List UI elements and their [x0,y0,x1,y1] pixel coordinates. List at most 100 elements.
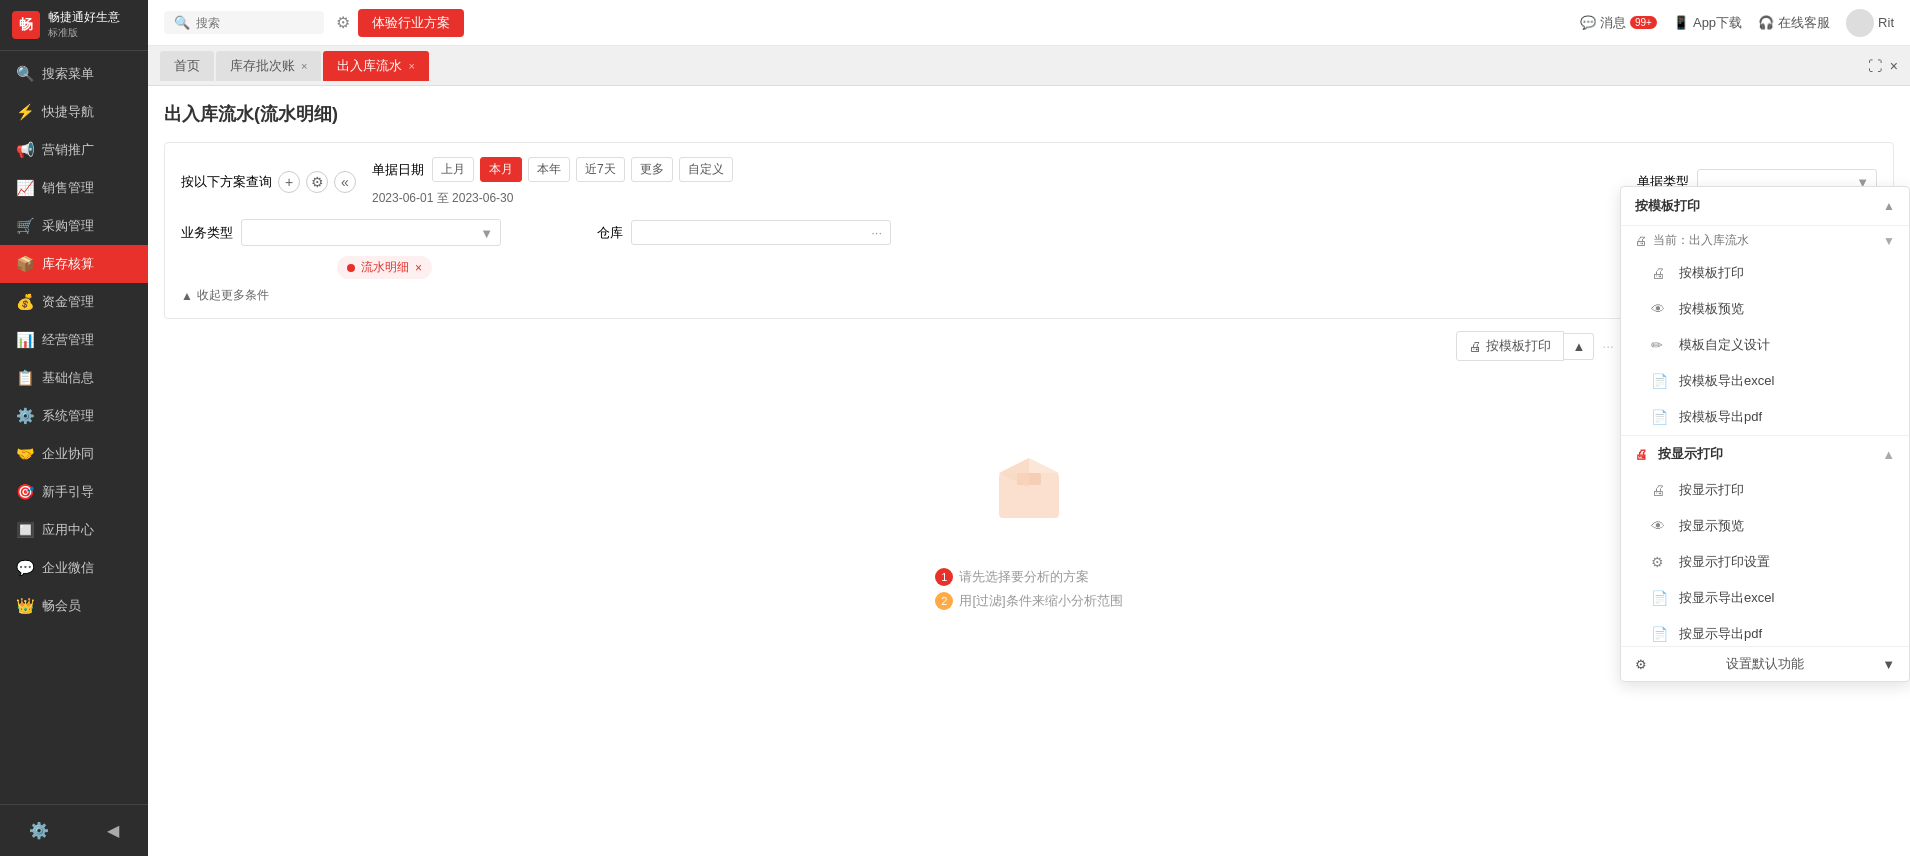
sidebar-item-apps[interactable]: 🔲 应用中心 [0,511,148,549]
header-controls: ⚙ 体验行业方案 [336,9,464,37]
sidebar-item-purchase[interactable]: 🛒 采购管理 [0,207,148,245]
sidebar-item-label: 快捷导航 [42,103,94,121]
sidebar-item-label: 企业协同 [42,445,94,463]
sidebar-item-label: 基础信息 [42,369,94,387]
sidebar-item-marketing[interactable]: 📢 营销推广 [0,131,148,169]
warehouse-label: 仓库 [597,224,623,242]
dropdown-item-template-print[interactable]: 🖨 按模板打印 [1621,255,1909,291]
dropdown-item-display-excel[interactable]: 📄 按显示导出excel [1621,580,1909,616]
dropdown-item-display-pdf[interactable]: 📄 按显示导出pdf [1621,616,1909,646]
gear-settings-icon[interactable]: ⚙ [336,13,350,32]
display-section-icon: 🖨 [1635,447,1648,462]
empty-illustration [979,433,1079,552]
sidebar-item-sales[interactable]: 📈 销售管理 [0,169,148,207]
sidebar-bottom: ⚙️ ◀ [0,804,148,856]
tab-close-cashflow-icon[interactable]: × [408,60,414,72]
business-type-group: 业务类型 ▼ [181,219,501,246]
settings-bottom-icon[interactable]: ⚙️ [23,815,55,846]
search-icon: 🔍 [16,65,34,83]
date-btn-this-month[interactable]: 本月 [480,157,522,182]
sidebar-item-operation[interactable]: 📊 经营管理 [0,321,148,359]
tip-num-1: 1 [935,568,953,586]
sidebar-item-search[interactable]: 🔍 搜索菜单 [0,55,148,93]
sidebar-item-wechat[interactable]: 💬 企业微信 [0,549,148,587]
window-controls: ⛶ × [1868,58,1898,74]
print-dropdown-arrow-button[interactable]: ▲ [1564,333,1594,360]
sidebar-item-system[interactable]: ⚙️ 系统管理 [0,397,148,435]
dropdown-expand-icon: ▲ [1883,199,1895,213]
date-btn-last-month[interactable]: 上月 [432,157,474,182]
template-pdf-icon: 📄 [1651,409,1669,425]
dropdown-item-template-excel[interactable]: 📄 按模板导出excel [1621,363,1909,399]
date-btn-this-year[interactable]: 本年 [528,157,570,182]
flow-tag[interactable]: 流水明细 × [337,256,432,279]
filter-collapse-button[interactable]: « [334,171,356,193]
template-pdf-label: 按模板导出pdf [1679,408,1762,426]
sidebar-item-label: 经营管理 [42,331,94,349]
message-icon: 💬 [1580,15,1596,30]
dropdown-item-template-preview[interactable]: 👁 按模板预览 [1621,291,1909,327]
messages-button[interactable]: 💬 消息 99+ [1580,14,1657,32]
sidebar-item-label: 资金管理 [42,293,94,311]
dropdown-item-display-settings[interactable]: ⚙ 按显示打印设置 [1621,544,1909,580]
date-label: 单据日期 [372,161,424,179]
target-icon: 🎯 [16,483,34,501]
header-search-box[interactable]: 🔍 [164,11,324,34]
collapse-up-icon: ▲ [181,289,193,303]
dropdown-section-display-header[interactable]: 🖨 按显示打印 ▲ [1621,436,1909,472]
template-preview-label: 按模板预览 [1679,300,1744,318]
sidebar-item-basic[interactable]: 📋 基础信息 [0,359,148,397]
dropdown-item-template-custom[interactable]: ✏ 模板自定义设计 [1621,327,1909,363]
sidebar-item-cooperation[interactable]: 🤝 企业协同 [0,435,148,473]
sidebar-item-finance[interactable]: 💰 资金管理 [0,283,148,321]
close-window-icon[interactable]: × [1890,58,1898,74]
collapse-sidebar-button[interactable]: ◀ [101,815,125,846]
online-service-button[interactable]: 🎧 在线客服 [1758,14,1830,32]
sidebar-item-label: 新手引导 [42,483,94,501]
dropdown-item-display-print[interactable]: 🖨 按显示打印 [1621,472,1909,508]
display-pdf-icon: 📄 [1651,626,1669,642]
tab-home[interactable]: 首页 [160,51,214,81]
sidebar-item-quick-nav[interactable]: ⚡ 快捷导航 [0,93,148,131]
user-profile-button[interactable]: Rit [1846,9,1894,37]
date-btn-custom[interactable]: 自定义 [679,157,733,182]
display-settings-label: 按显示打印设置 [1679,553,1770,571]
display-section-arrow: ▲ [1882,447,1895,462]
flow-tag-dot [347,264,355,272]
filter-settings-button[interactable]: ⚙ [306,171,328,193]
tabs-bar: 首页 库存批次账 × 出入库流水 × ⛶ × [148,46,1910,86]
display-excel-label: 按显示导出excel [1679,589,1774,607]
toolbar-separator: ··· [1602,338,1614,354]
chart-icon: 📈 [16,179,34,197]
dropdown-item-template-pdf[interactable]: 📄 按模板导出pdf [1621,399,1909,435]
flow-tag-close[interactable]: × [415,261,422,275]
date-btn-more[interactable]: 更多 [631,157,673,182]
phone-icon: 📱 [1673,15,1689,30]
sidebar-item-label: 企业微信 [42,559,94,577]
dropdown-item-display-preview[interactable]: 👁 按显示预览 [1621,508,1909,544]
sidebar-item-label: 采购管理 [42,217,94,235]
sidebar-item-guide[interactable]: 🎯 新手引导 [0,473,148,511]
flow-tag-label: 流水明细 [361,259,409,276]
tab-inventory-batch[interactable]: 库存批次账 × [216,51,321,81]
display-preview-icon: 👁 [1651,518,1669,534]
display-pdf-label: 按显示导出pdf [1679,625,1762,643]
app-download-button[interactable]: 📱 App下载 [1673,14,1742,32]
industry-solution-button[interactable]: 体验行业方案 [358,9,464,37]
search-input[interactable] [196,16,314,30]
sidebar-item-member[interactable]: 👑 畅会员 [0,587,148,625]
template-print-label: 按模板打印 [1679,264,1744,282]
sidebar-item-inventory[interactable]: 📦 库存核算 [0,245,148,283]
maximize-icon[interactable]: ⛶ [1868,58,1882,74]
tab-close-inventory-icon[interactable]: × [301,60,307,72]
add-filter-button[interactable]: + [278,171,300,193]
tab-home-label: 首页 [174,57,200,75]
template-preview-icon: 👁 [1651,301,1669,317]
print-template-button[interactable]: 🖨 按模板打印 [1456,331,1564,361]
footer-arrow-icon: ▼ [1882,657,1895,672]
tab-cash-flow[interactable]: 出入库流水 × [323,51,428,81]
warehouse-select-area[interactable]: ··· [631,220,891,245]
date-btn-last-7-days[interactable]: 近7天 [576,157,625,182]
business-type-select[interactable] [241,219,501,246]
dropdown-footer-settings[interactable]: ⚙ 设置默认功能 ▼ [1621,646,1909,681]
